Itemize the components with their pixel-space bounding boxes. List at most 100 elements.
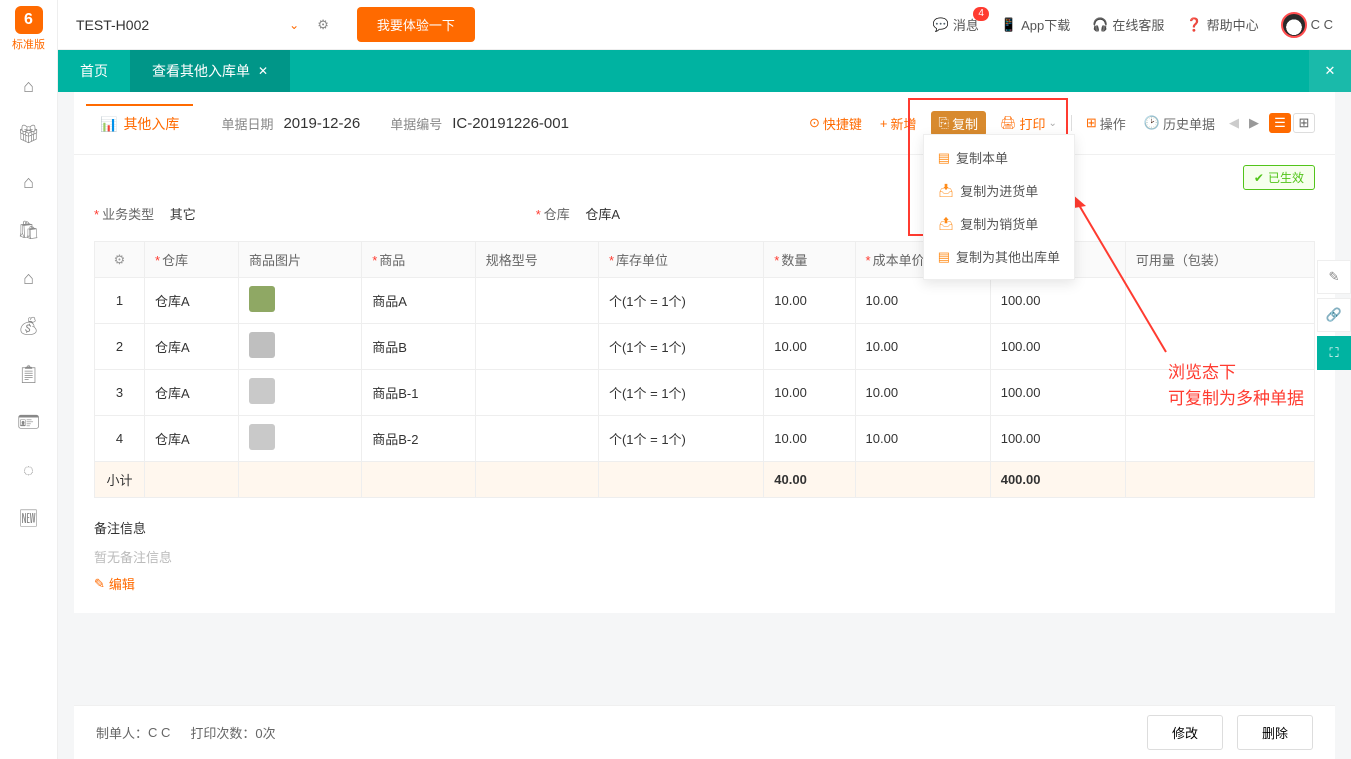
- row-index: 4: [95, 416, 145, 462]
- divider: [1071, 115, 1072, 131]
- table-config-icon[interactable]: ⚙: [95, 242, 145, 278]
- cell-qty: 10.00: [764, 370, 855, 416]
- table-row[interactable]: 3 仓库A 商品B-1 个(1个 = 1个) 10.00 10.00 100.0…: [95, 370, 1315, 416]
- org-selector[interactable]: TEST-H002 ⌄: [76, 17, 299, 33]
- left-sidebar: 6 标准版 ⌂ 🎁︎ ⌂ 🛍︎ ⌂ 💰︎ 📋︎ 🪪︎ ◌ 🆕︎: [0, 0, 58, 759]
- customer-service-link[interactable]: 🎧 在线客服: [1092, 15, 1164, 34]
- float-expand-icon[interactable]: ⛶: [1317, 336, 1351, 370]
- copy-this-doc[interactable]: ▤复制本单: [924, 141, 1074, 174]
- user-menu[interactable]: C C: [1281, 12, 1333, 38]
- next-icon[interactable]: ▶: [1249, 115, 1259, 131]
- shortcut-button[interactable]: ⊙快捷键: [805, 111, 866, 136]
- product-image-icon: [249, 378, 275, 404]
- edit-remarks-link[interactable]: ✎ 编辑: [94, 574, 1315, 593]
- warehouse-icon[interactable]: ⌂: [11, 260, 47, 296]
- loading-icon[interactable]: ◌: [11, 452, 47, 488]
- copy-as-purchase[interactable]: 📥︎复制为进货单: [924, 174, 1074, 207]
- code-value: IC-20191226-001: [452, 115, 569, 132]
- cell-warehouse: 仓库A: [145, 278, 239, 324]
- code-label: 单据编号: [390, 114, 442, 133]
- copy-button[interactable]: ⎘复制: [931, 111, 986, 136]
- cell-avail: [1125, 278, 1314, 324]
- subtotal-qty: 40.00: [764, 462, 855, 498]
- history-icon: 🕑: [1144, 115, 1160, 131]
- copy-as-sales[interactable]: 📤︎复制为销货单: [924, 207, 1074, 240]
- modify-button[interactable]: 修改: [1147, 715, 1223, 750]
- product-image-icon: [249, 286, 275, 312]
- tabs-bar: 首页 查看其他入库单 ✕ ✕: [58, 50, 1351, 92]
- bag-icon[interactable]: 🛍︎: [11, 212, 47, 248]
- top-header: TEST-H002 ⌄ ⚙ 我要体验一下 💬 消息 4 📱 App下载 🎧 在线…: [58, 0, 1351, 50]
- row-index: 1: [95, 278, 145, 324]
- home-icon[interactable]: ⌂: [11, 68, 47, 104]
- view-list-button[interactable]: ☰: [1269, 113, 1291, 133]
- message-icon: 💬: [933, 17, 949, 33]
- row-index: 2: [95, 324, 145, 370]
- inbox-icon: 📥︎: [938, 183, 955, 199]
- view-grid-button[interactable]: ⊞: [1293, 113, 1315, 133]
- cell-qty: 10.00: [764, 416, 855, 462]
- table-row[interactable]: 1 仓库A 商品A 个(1个 = 1个) 10.00 10.00 100.00: [95, 278, 1315, 324]
- avatar: [1281, 12, 1307, 38]
- cell-unit: 个(1个 = 1个): [598, 324, 763, 370]
- tab-view-other-inbound[interactable]: 查看其他入库单 ✕: [130, 50, 290, 92]
- logo[interactable]: 6 标准版: [12, 6, 45, 52]
- headset-icon: 🎧: [1092, 17, 1108, 33]
- creator-label: 制单人：: [96, 723, 148, 742]
- new-icon[interactable]: 🆕︎: [11, 500, 47, 536]
- app-download-link[interactable]: 📱 App下载: [1001, 15, 1070, 34]
- cell-unit: 个(1个 = 1个): [598, 370, 763, 416]
- cell-qty: 10.00: [764, 324, 855, 370]
- doc-out-icon: ▤: [938, 249, 950, 265]
- new-button[interactable]: +新增: [876, 111, 921, 136]
- cell-image: [238, 416, 361, 462]
- row-index: 3: [95, 370, 145, 416]
- money-icon[interactable]: 💰︎: [11, 308, 47, 344]
- annotation-text: 浏览态下 可复制为多种单据: [1168, 360, 1304, 411]
- chevron-down-icon: ⌄: [289, 18, 299, 32]
- clipboard-icon[interactable]: 📋︎: [11, 356, 47, 392]
- cell-price: 10.00: [855, 278, 990, 324]
- gift-icon[interactable]: 🎁︎: [11, 116, 47, 152]
- cell-product: 商品B-2: [362, 416, 475, 462]
- copy-as-other-outbound[interactable]: ▤复制为其他出库单: [924, 240, 1074, 273]
- outbox-icon: 📤︎: [938, 216, 955, 232]
- table-row[interactable]: 2 仓库A 商品B 个(1个 = 1个) 10.00 10.00 100.00: [95, 324, 1315, 370]
- edit-icon: ✎: [94, 576, 105, 592]
- trial-button[interactable]: 我要体验一下: [357, 7, 475, 42]
- creator-value: C C: [148, 725, 170, 740]
- user-name: C C: [1311, 17, 1333, 32]
- cell-spec: [475, 370, 598, 416]
- tab-home[interactable]: 首页: [58, 50, 130, 92]
- print-count-value: 0次: [255, 723, 275, 742]
- help-center-link[interactable]: ❓ 帮助中心: [1186, 15, 1258, 34]
- table-row[interactable]: 4 仓库A 商品B-2 个(1个 = 1个) 10.00 10.00 100.0…: [95, 416, 1315, 462]
- close-icon[interactable]: ✕: [258, 64, 268, 78]
- delete-button[interactable]: 删除: [1237, 715, 1313, 750]
- cell-product: 商品B: [362, 324, 475, 370]
- help-icon: ❓: [1186, 17, 1202, 33]
- id-icon[interactable]: 🪪︎: [11, 404, 47, 440]
- biz-type-value: 其它: [170, 207, 196, 222]
- cell-image: [238, 324, 361, 370]
- date-label: 单据日期: [221, 114, 273, 133]
- cell-amount: 100.00: [990, 370, 1125, 416]
- settings-gear-icon[interactable]: ⚙: [317, 17, 329, 33]
- cell-image: [238, 370, 361, 416]
- float-link-icon[interactable]: 🔗: [1317, 298, 1351, 332]
- operations-button[interactable]: ⊞操作: [1082, 111, 1130, 136]
- messages-link[interactable]: 💬 消息 4: [933, 15, 979, 34]
- cell-spec: [475, 324, 598, 370]
- subtotal-row: 小计 40.00 400.00: [95, 462, 1315, 498]
- house-icon[interactable]: ⌂: [11, 164, 47, 200]
- warehouse-field: *仓库 仓库A: [536, 204, 620, 223]
- cell-avail: [1125, 416, 1314, 462]
- close-all-tabs[interactable]: ✕: [1309, 50, 1351, 92]
- float-note-icon[interactable]: ✎: [1317, 260, 1351, 294]
- print-button[interactable]: 🖨︎打印⌄: [996, 111, 1061, 136]
- subtotal-label: 小计: [95, 462, 145, 498]
- history-button[interactable]: 🕑历史单据: [1140, 111, 1219, 136]
- card-tab-other-inbound[interactable]: 📊 其他入库: [86, 104, 193, 142]
- prev-icon[interactable]: ◀: [1229, 115, 1239, 131]
- cell-unit: 个(1个 = 1个): [598, 416, 763, 462]
